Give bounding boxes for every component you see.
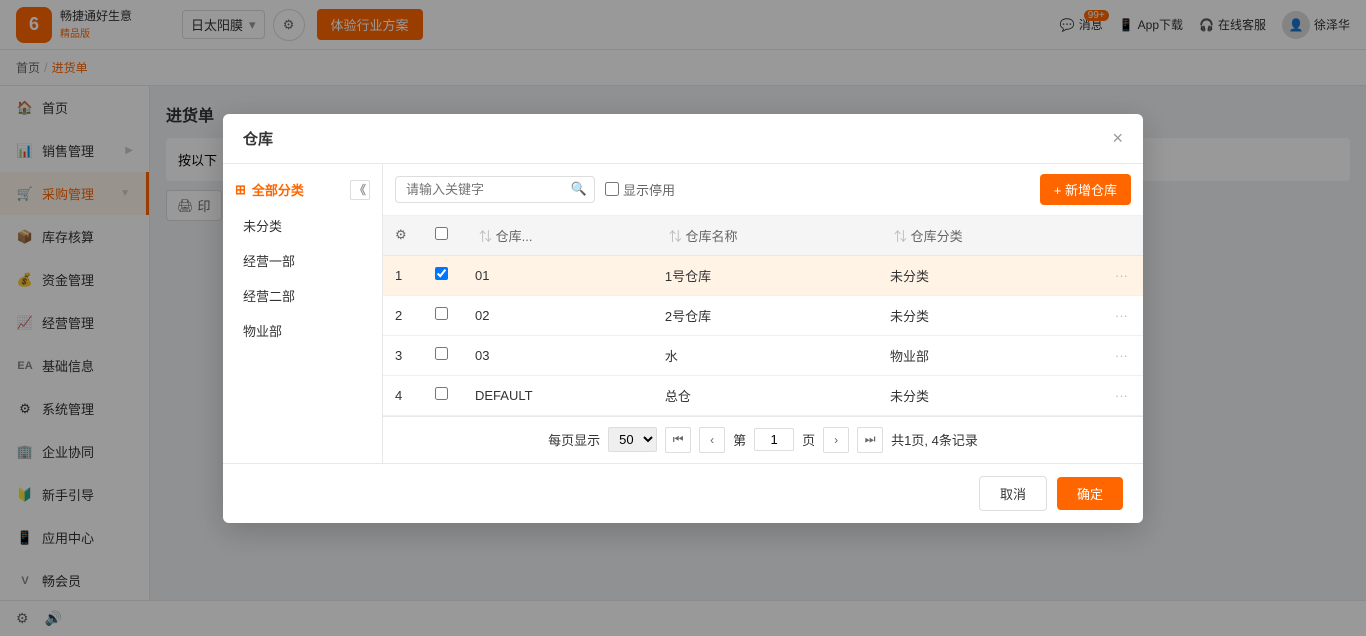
- page-size-select[interactable]: 50: [608, 427, 657, 452]
- warehouse-table-body: 1 01 1号仓库 未分类 ··· 2 02 2号仓库 未分类 ··· 3 03…: [383, 255, 1143, 415]
- th-gear: ⚙: [383, 216, 423, 256]
- search-wrap: 🔍: [395, 176, 595, 203]
- modal-header: 仓库 ×: [223, 114, 1143, 164]
- category-item-property[interactable]: 物业部: [223, 313, 382, 348]
- row-no: 02: [463, 295, 653, 335]
- th-actions: [1103, 216, 1143, 256]
- row-no: DEFAULT: [463, 375, 653, 415]
- table-wrap: ⚙ ⇅ 仓库... ⇅: [383, 216, 1143, 416]
- row-name: 水: [653, 335, 878, 375]
- row-name: 总仓: [653, 375, 878, 415]
- th-name: ⇅ 仓库名称: [653, 216, 878, 256]
- pagination: 每页显示 50 ⏮ ‹ 第 页 › ⏭ 共1页, 4条记录: [383, 416, 1143, 463]
- table-header: ⚙ ⇅ 仓库... ⇅: [383, 216, 1143, 256]
- category-item-dept1[interactable]: 经营一部: [223, 243, 382, 278]
- table-row[interactable]: 2 02 2号仓库 未分类 ···: [383, 295, 1143, 335]
- show-disabled-label[interactable]: 显示停用: [605, 180, 675, 199]
- sort-icon-no: ⇅: [479, 229, 492, 244]
- page-unit: 页: [802, 430, 815, 449]
- category-item-none[interactable]: 未分类: [223, 208, 382, 243]
- add-warehouse-button[interactable]: + 新增仓库: [1040, 174, 1131, 205]
- row-no: 01: [463, 255, 653, 295]
- th-no: ⇅ 仓库...: [463, 216, 653, 256]
- row-name: 1号仓库: [653, 255, 878, 295]
- last-page-button[interactable]: ⏭: [857, 427, 883, 453]
- sort-icon-category: ⇅: [894, 229, 907, 244]
- table-row[interactable]: 4 DEFAULT 总仓 未分类 ···: [383, 375, 1143, 415]
- row-name: 2号仓库: [653, 295, 878, 335]
- warehouse-table: ⚙ ⇅ 仓库... ⇅: [383, 216, 1143, 416]
- grid-icon: ⊞: [235, 182, 246, 198]
- modal-body: ⊞ 全部分类 《 未分类 经营一部 经营二部 物业部 🔍: [223, 164, 1143, 463]
- page-label: 第: [733, 430, 746, 449]
- row-num: 1: [383, 255, 423, 295]
- row-actions[interactable]: ···: [1103, 375, 1143, 415]
- next-page-button[interactable]: ›: [823, 427, 849, 453]
- sort-icon-name: ⇅: [669, 229, 682, 244]
- category-item-dept2[interactable]: 经营二部: [223, 278, 382, 313]
- table-row[interactable]: 1 01 1号仓库 未分类 ···: [383, 255, 1143, 295]
- all-categories-item[interactable]: ⊞ 全部分类 《: [223, 172, 382, 208]
- category-panel: ⊞ 全部分类 《 未分类 经营一部 经营二部 物业部: [223, 164, 383, 463]
- first-page-button[interactable]: ⏮: [665, 427, 691, 453]
- show-disabled-checkbox[interactable]: [605, 182, 619, 196]
- row-checkbox[interactable]: [423, 375, 463, 415]
- row-num: 2: [383, 295, 423, 335]
- search-icon[interactable]: 🔍: [571, 181, 587, 197]
- total-info: 共1页, 4条记录: [891, 430, 978, 449]
- modal-close-button[interactable]: ×: [1112, 129, 1123, 147]
- row-checkbox[interactable]: [423, 335, 463, 375]
- th-checkbox: [423, 216, 463, 256]
- row-checkbox[interactable]: [423, 255, 463, 295]
- row-actions[interactable]: ···: [1103, 335, 1143, 375]
- per-page-label: 每页显示: [548, 430, 600, 449]
- modal-footer: 取消 确定: [223, 463, 1143, 523]
- cancel-button[interactable]: 取消: [979, 476, 1047, 511]
- collapse-button[interactable]: 《: [350, 180, 370, 200]
- modal-overlay[interactable]: 仓库 × ⊞ 全部分类 《 未分类 经营一部 经营二部 物业部: [0, 0, 1366, 636]
- row-category: 未分类: [878, 375, 1103, 415]
- row-no: 03: [463, 335, 653, 375]
- search-input[interactable]: [395, 176, 595, 203]
- select-all-checkbox[interactable]: [435, 227, 448, 240]
- row-category: 物业部: [878, 335, 1103, 375]
- show-disabled-text: 显示停用: [623, 180, 675, 199]
- content-toolbar: 🔍 显示停用 + 新增仓库: [383, 164, 1143, 216]
- page-input[interactable]: [754, 428, 794, 451]
- row-num: 4: [383, 375, 423, 415]
- confirm-button[interactable]: 确定: [1057, 477, 1123, 510]
- row-category: 未分类: [878, 255, 1103, 295]
- row-category: 未分类: [878, 295, 1103, 335]
- row-actions[interactable]: ···: [1103, 295, 1143, 335]
- gear-th-icon: ⚙: [395, 227, 407, 242]
- modal-title: 仓库: [243, 128, 273, 149]
- th-category: ⇅ 仓库分类: [878, 216, 1103, 256]
- warehouse-modal: 仓库 × ⊞ 全部分类 《 未分类 经营一部 经营二部 物业部: [223, 114, 1143, 523]
- content-panel: 🔍 显示停用 + 新增仓库 ⚙: [383, 164, 1143, 463]
- row-checkbox[interactable]: [423, 295, 463, 335]
- table-row[interactable]: 3 03 水 物业部 ···: [383, 335, 1143, 375]
- row-actions[interactable]: ···: [1103, 255, 1143, 295]
- all-categories-label: 全部分类: [252, 180, 304, 199]
- row-num: 3: [383, 335, 423, 375]
- prev-page-button[interactable]: ‹: [699, 427, 725, 453]
